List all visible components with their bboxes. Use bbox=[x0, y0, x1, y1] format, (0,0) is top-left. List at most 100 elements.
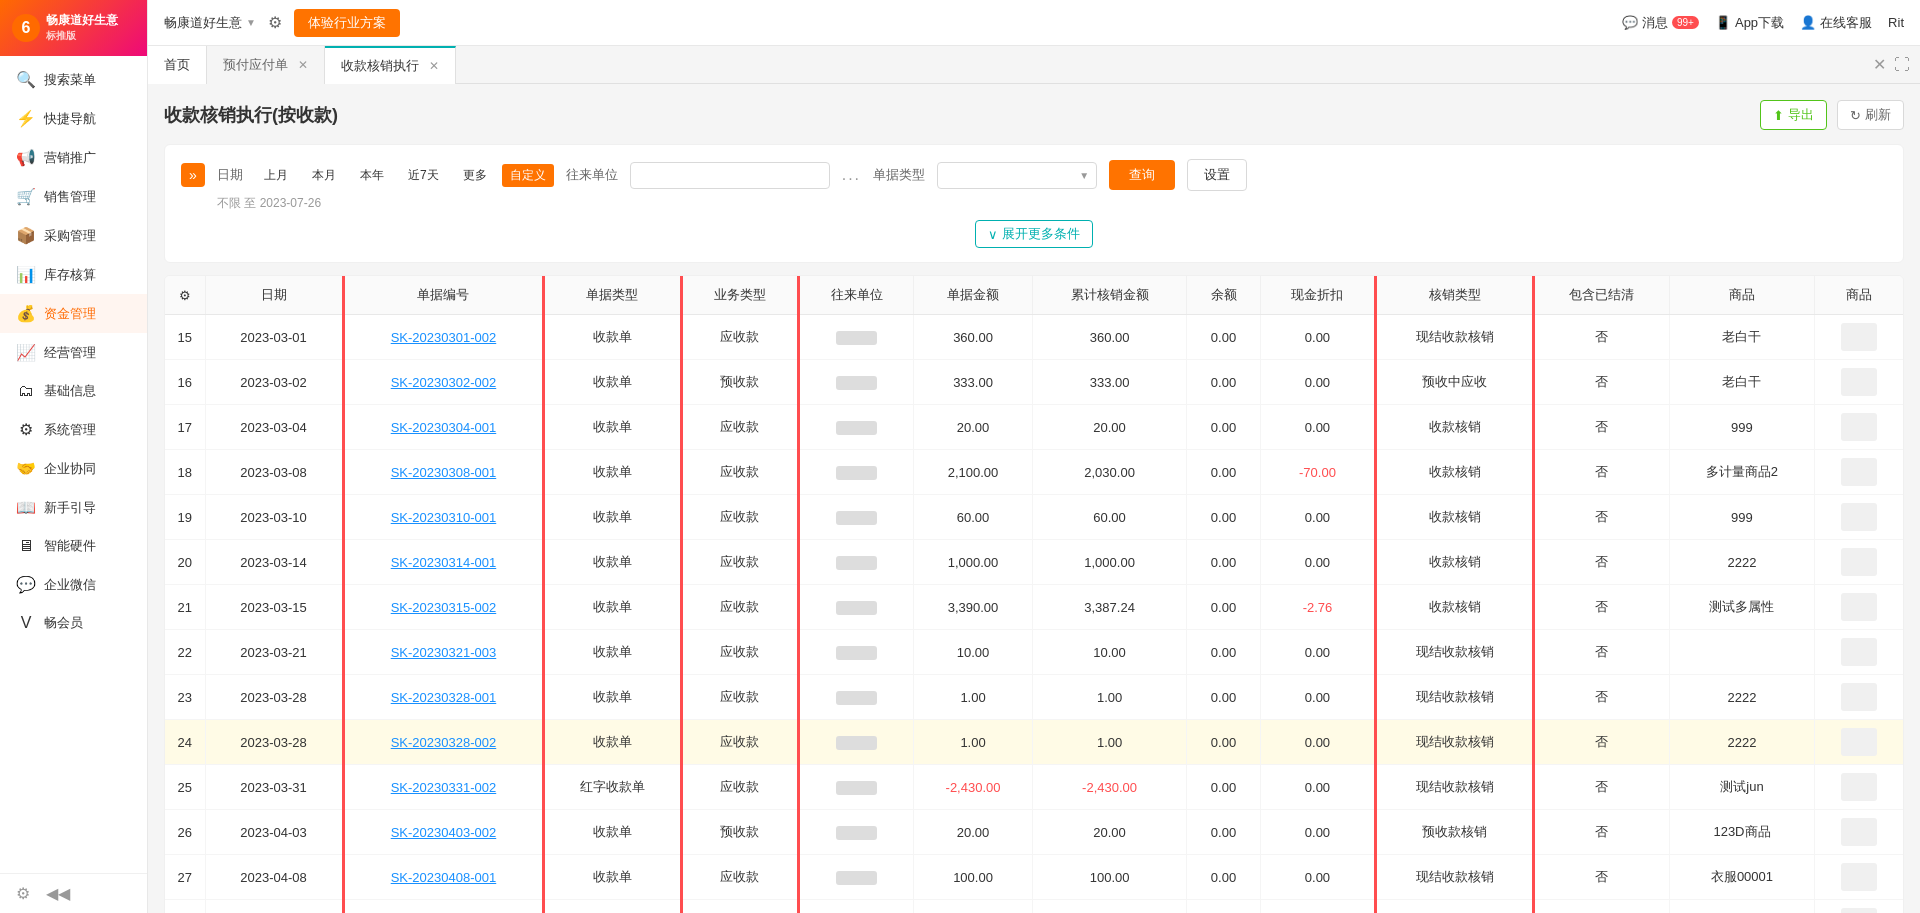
order-no-link[interactable]: SK-20230328-001 bbox=[391, 690, 497, 705]
logo-text: 畅康道好生意 bbox=[46, 13, 118, 29]
table-row[interactable]: 24 2023-03-28 SK-20230328-002 收款单 应收款 1.… bbox=[165, 720, 1903, 765]
tab-collection-close[interactable]: ✕ bbox=[429, 59, 439, 73]
sidebar-item-basic-info[interactable]: 🗂 基础信息 bbox=[0, 372, 147, 410]
sidebar-item-hardware[interactable]: 🖥 智能硬件 bbox=[0, 527, 147, 565]
quick-nav-label: 快捷导航 bbox=[44, 110, 96, 128]
order-no-link[interactable]: SK-20230403-002 bbox=[391, 825, 497, 840]
cell-verify-type: 现结收款核销 bbox=[1376, 900, 1534, 914]
sidebar-item-finance[interactable]: 💰 资金管理 bbox=[0, 294, 147, 333]
tab-close-all-icon[interactable]: ✕ bbox=[1873, 55, 1886, 74]
sidebar-item-operation[interactable]: 📈 经营管理 bbox=[0, 333, 147, 372]
tab-home[interactable]: 首页 bbox=[148, 46, 207, 84]
table-row[interactable]: 23 2023-03-28 SK-20230328-001 收款单 应收款 1.… bbox=[165, 675, 1903, 720]
date-custom[interactable]: 自定义 bbox=[502, 164, 554, 187]
order-no-link[interactable]: SK-20230304-001 bbox=[391, 420, 497, 435]
sidebar-item-search-menu[interactable]: 🔍 搜索菜单 bbox=[0, 60, 147, 99]
date-more[interactable]: 更多 bbox=[454, 163, 496, 188]
order-no-link[interactable]: SK-20230321-003 bbox=[391, 645, 497, 660]
username[interactable]: Rit bbox=[1888, 15, 1904, 30]
sidebar-collapse-icon[interactable]: ◀◀ bbox=[46, 884, 70, 903]
export-btn[interactable]: ⬆ 导出 bbox=[1760, 100, 1827, 130]
filter-more-dots[interactable]: ... bbox=[842, 166, 861, 184]
filter-expand-more-btn[interactable]: ∨ 展开更多条件 bbox=[975, 220, 1093, 248]
topbar-settings-icon[interactable]: ⚙ bbox=[268, 13, 282, 32]
cell-partner bbox=[798, 900, 914, 914]
query-btn[interactable]: 查询 bbox=[1109, 160, 1175, 190]
tab-prepay[interactable]: 预付应付单 ✕ bbox=[207, 46, 325, 84]
table-row[interactable]: 16 2023-03-02 SK-20230302-002 收款单 预收款 33… bbox=[165, 360, 1903, 405]
sidebar-item-guide[interactable]: 📖 新手引导 bbox=[0, 488, 147, 527]
sidebar-item-marketing[interactable]: 📢 营销推广 bbox=[0, 138, 147, 177]
tab-expand-icon[interactable]: ⛶ bbox=[1894, 56, 1910, 74]
refresh-btn[interactable]: ↻ 刷新 bbox=[1837, 100, 1904, 130]
table-row[interactable]: 15 2023-03-01 SK-20230301-002 收款单 应收款 36… bbox=[165, 315, 1903, 360]
notification-label: 消息 bbox=[1642, 14, 1668, 32]
sidebar-item-enterprise[interactable]: 🤝 企业协同 bbox=[0, 449, 147, 488]
table-row[interactable]: 19 2023-03-10 SK-20230310-001 收款单 应收款 60… bbox=[165, 495, 1903, 540]
order-no-link[interactable]: SK-20230408-001 bbox=[391, 870, 497, 885]
sidebar-item-inventory[interactable]: 📊 库存核算 bbox=[0, 255, 147, 294]
cell-verified-amount: 1.00 bbox=[1032, 720, 1187, 765]
cell-seq: 15 bbox=[165, 315, 205, 360]
th-settings[interactable]: ⚙ bbox=[165, 276, 205, 315]
cell-partner bbox=[798, 630, 914, 675]
sidebar-settings-icon[interactable]: ⚙ bbox=[16, 884, 30, 903]
workspace-selector[interactable]: 畅康道好生意 ▼ bbox=[164, 14, 256, 32]
date-last-7[interactable]: 近7天 bbox=[399, 163, 448, 188]
table-row[interactable]: 27 2023-04-08 SK-20230408-001 收款单 应收款 10… bbox=[165, 855, 1903, 900]
sidebar-item-system[interactable]: ⚙ 系统管理 bbox=[0, 410, 147, 449]
sidebar-item-quick-nav[interactable]: ⚡ 快捷导航 bbox=[0, 99, 147, 138]
order-no-link[interactable]: SK-20230331-002 bbox=[391, 780, 497, 795]
cell-verify-type: 收款核销 bbox=[1376, 495, 1534, 540]
table-row[interactable]: 22 2023-03-21 SK-20230321-003 收款单 应收款 10… bbox=[165, 630, 1903, 675]
date-last-month[interactable]: 上月 bbox=[255, 163, 297, 188]
table-row[interactable]: 17 2023-03-04 SK-20230304-001 收款单 应收款 20… bbox=[165, 405, 1903, 450]
table-row[interactable]: 18 2023-03-08 SK-20230308-001 收款单 应收款 2,… bbox=[165, 450, 1903, 495]
industry-btn[interactable]: 体验行业方案 bbox=[294, 9, 400, 37]
order-no-link[interactable]: SK-20230315-002 bbox=[391, 600, 497, 615]
tab-prepay-close[interactable]: ✕ bbox=[298, 58, 308, 72]
date-this-month[interactable]: 本月 bbox=[303, 163, 345, 188]
cell-amount: 60.00 bbox=[914, 495, 1033, 540]
settings-btn[interactable]: 设置 bbox=[1187, 159, 1247, 191]
filter-expand-btn[interactable]: » bbox=[181, 163, 205, 187]
bill-type-select[interactable] bbox=[937, 162, 1097, 189]
table-row[interactable]: 26 2023-04-03 SK-20230403-002 收款单 预收款 20… bbox=[165, 810, 1903, 855]
date-this-year[interactable]: 本年 bbox=[351, 163, 393, 188]
order-no-link[interactable]: SK-20230302-002 bbox=[391, 375, 497, 390]
cell-order-no: SK-20230328-002 bbox=[343, 720, 544, 765]
page-header: 收款核销执行(按收款) ⬆ 导出 ↻ 刷新 bbox=[164, 100, 1904, 130]
cell-order-no: SK-20230418-001 bbox=[343, 900, 544, 914]
app-download-btn[interactable]: 📱 App下载 bbox=[1715, 14, 1784, 32]
order-no-link[interactable]: SK-20230308-001 bbox=[391, 465, 497, 480]
order-no-link[interactable]: SK-20230301-002 bbox=[391, 330, 497, 345]
cell-seq: 26 bbox=[165, 810, 205, 855]
partner-input[interactable] bbox=[630, 162, 830, 189]
cell-biz-type: 应收款 bbox=[681, 585, 798, 630]
cell-bill-type: 收款单 bbox=[544, 405, 681, 450]
order-no-link[interactable]: SK-20230314-001 bbox=[391, 555, 497, 570]
table-row[interactable]: 21 2023-03-15 SK-20230315-002 收款单 应收款 3,… bbox=[165, 585, 1903, 630]
tab-collection[interactable]: 收款核销执行 ✕ bbox=[325, 46, 456, 84]
table-row[interactable]: 28 2023-04-18 SK-20230418-001 收款单 应收款 10… bbox=[165, 900, 1903, 914]
sidebar-item-sales[interactable]: 🛒 销售管理 bbox=[0, 177, 147, 216]
cell-balance: 0.00 bbox=[1187, 720, 1260, 765]
cell-balance: 0.00 bbox=[1187, 855, 1260, 900]
guide-label: 新手引导 bbox=[44, 499, 96, 517]
order-no-link[interactable]: SK-20230328-002 bbox=[391, 735, 497, 750]
order-no-link[interactable]: SK-20230310-001 bbox=[391, 510, 497, 525]
table-row[interactable]: 25 2023-03-31 SK-20230331-002 红字收款单 应收款 … bbox=[165, 765, 1903, 810]
cell-seq: 23 bbox=[165, 675, 205, 720]
cell-verified-amount: 333.00 bbox=[1032, 360, 1187, 405]
cell-seq: 25 bbox=[165, 765, 205, 810]
cell-seq: 20 bbox=[165, 540, 205, 585]
support-btn[interactable]: 👤 在线客服 bbox=[1800, 14, 1872, 32]
th-cash-discount: 现金折扣 bbox=[1260, 276, 1376, 315]
table-row[interactable]: 20 2023-03-14 SK-20230314-001 收款单 应收款 1,… bbox=[165, 540, 1903, 585]
sidebar-item-vip[interactable]: V 畅会员 bbox=[0, 604, 147, 642]
sidebar-item-purchase[interactable]: 📦 采购管理 bbox=[0, 216, 147, 255]
notification-btn[interactable]: 💬 消息 99+ bbox=[1622, 14, 1699, 32]
cell-date: 2023-03-15 bbox=[205, 585, 343, 630]
sidebar-item-wechat[interactable]: 💬 企业微信 bbox=[0, 565, 147, 604]
cell-balance: 0.00 bbox=[1187, 450, 1260, 495]
